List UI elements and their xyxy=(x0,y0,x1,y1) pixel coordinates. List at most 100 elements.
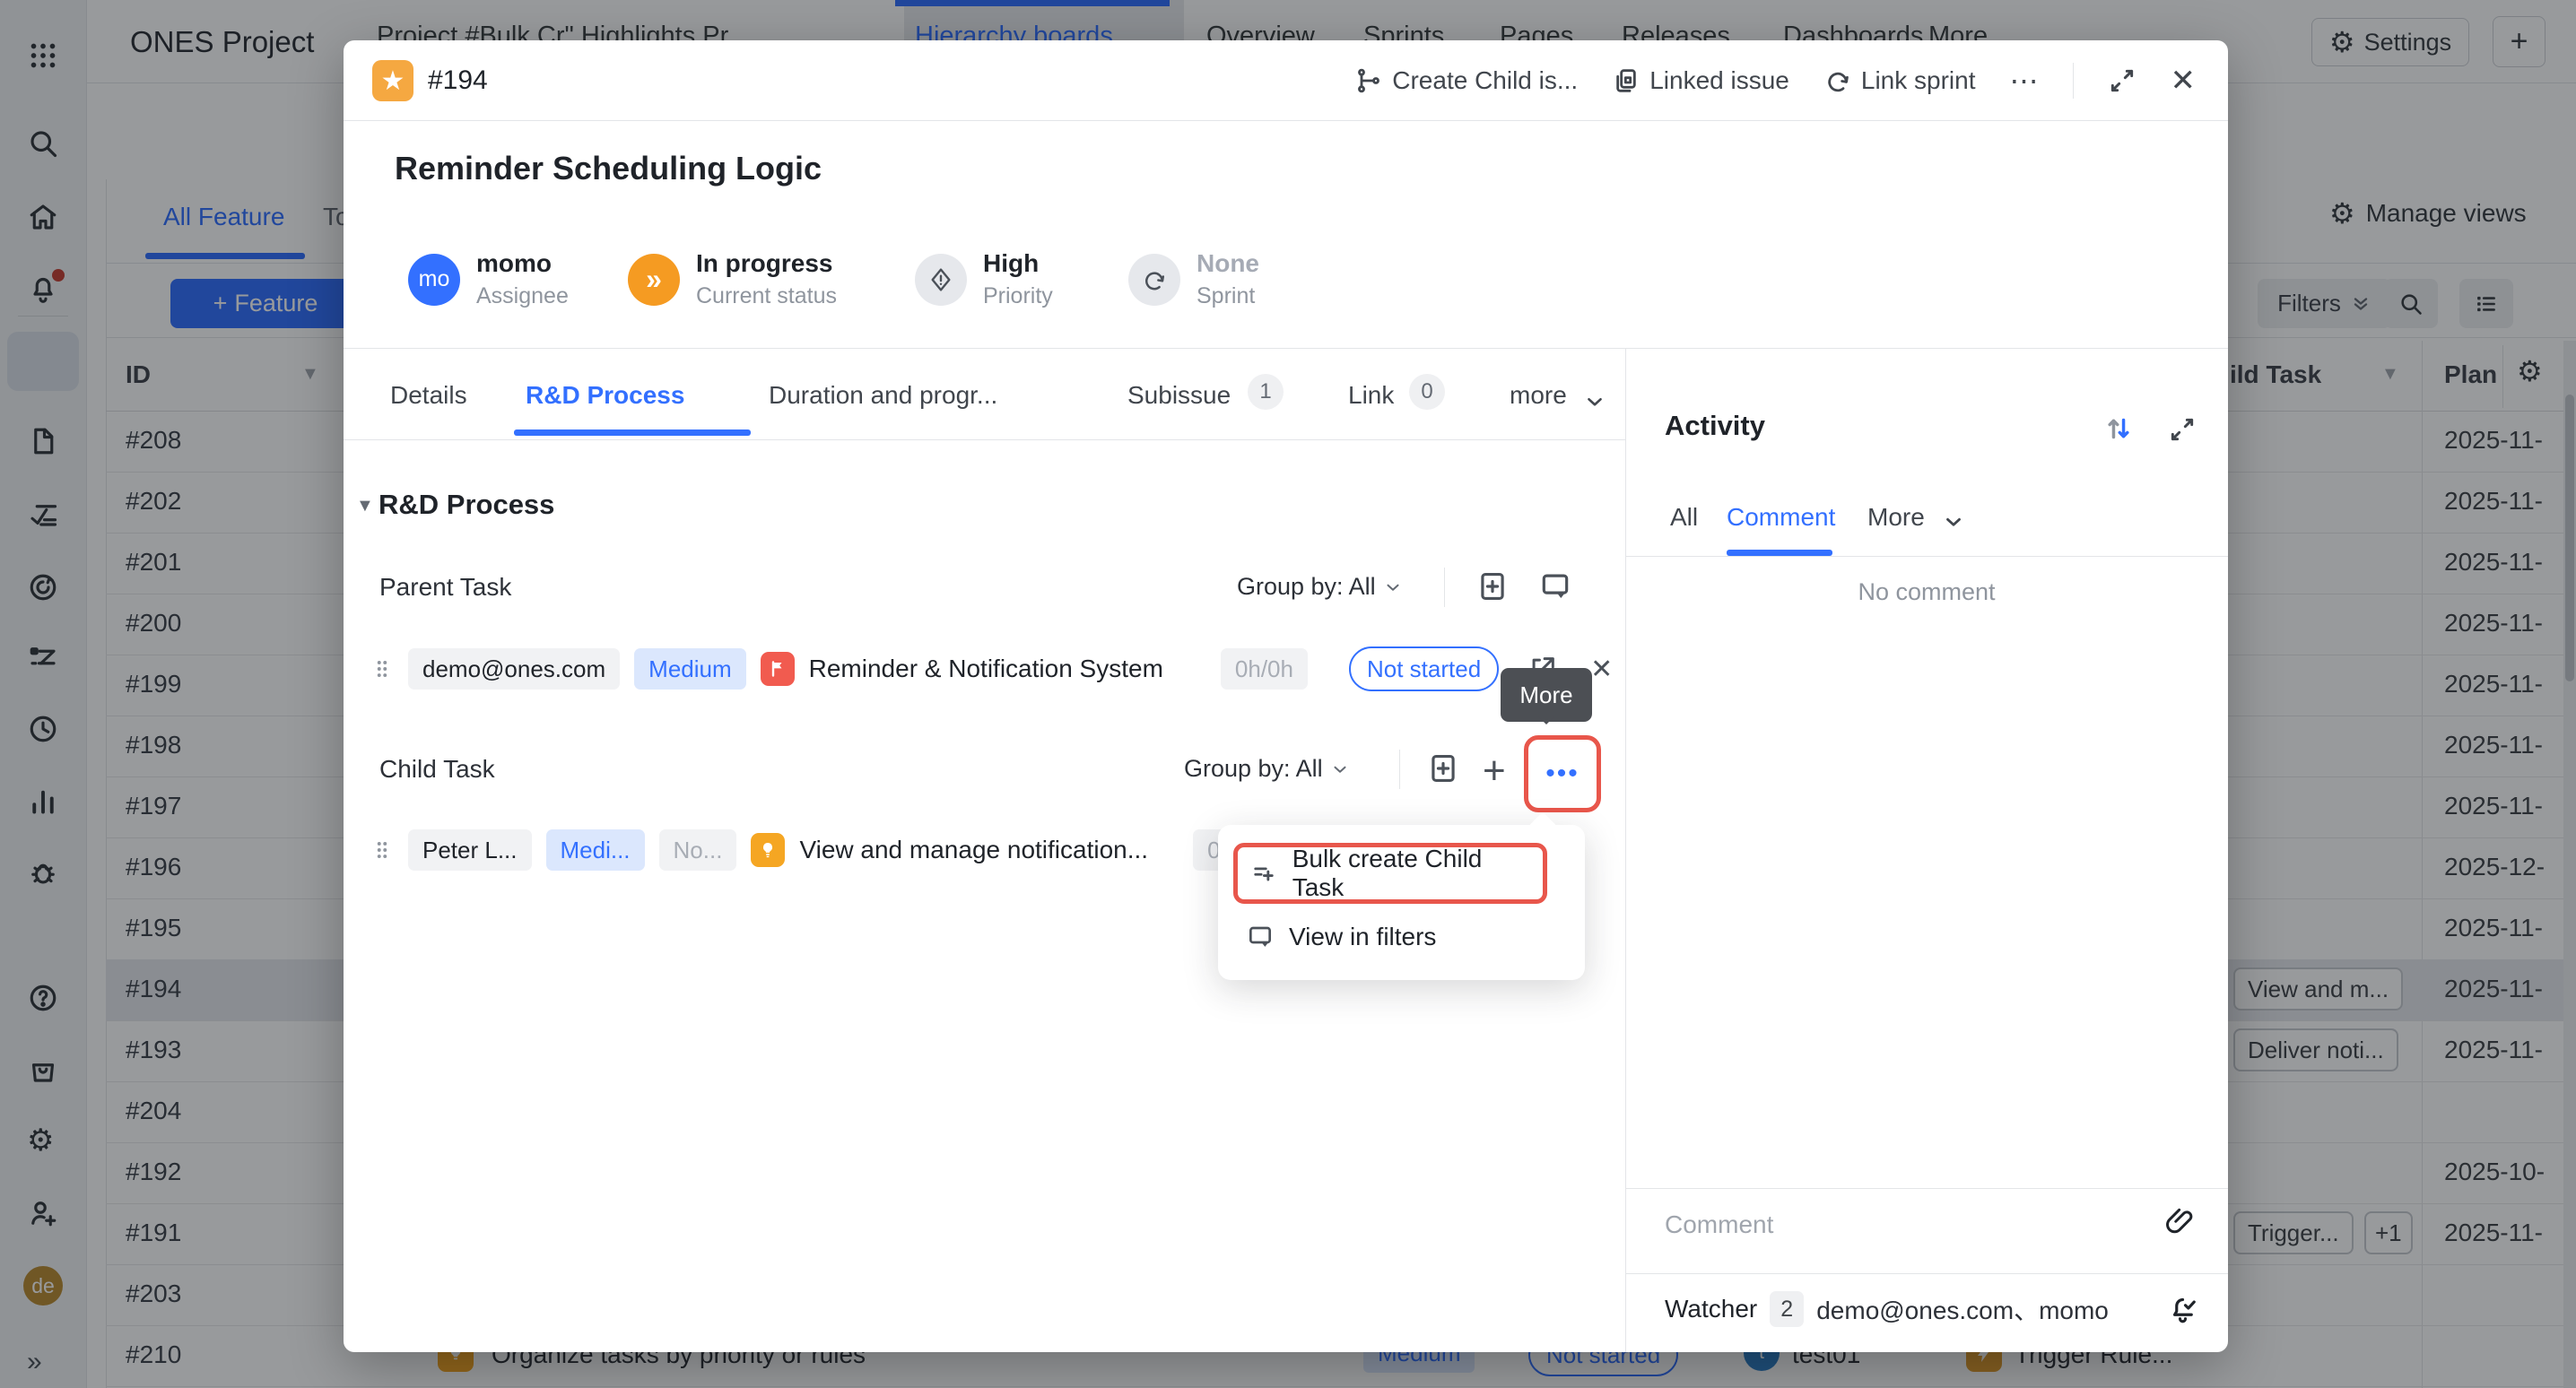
priority-diamond-icon xyxy=(915,253,967,306)
drag-handle-icon[interactable] xyxy=(370,657,394,681)
list-plus-icon xyxy=(1254,867,1274,881)
create-child-label: Create Child is... xyxy=(1392,65,1579,94)
linked-issue-icon xyxy=(1616,68,1636,92)
more-actions-button[interactable]: ⋯ xyxy=(2010,64,2039,98)
attribute-priority[interactable]: High Priority xyxy=(915,249,1053,309)
sprint-label: Sprint xyxy=(1197,283,1256,309)
activity-title: Activity xyxy=(1665,410,1765,441)
controls-divider xyxy=(1444,568,1445,607)
activity-tabs-divider xyxy=(1625,556,2228,557)
subissue-count-badge: 1 xyxy=(1248,374,1284,410)
activity-tab-comment[interactable]: Comment xyxy=(1727,503,1835,532)
groupby-label: Group by: All xyxy=(1184,755,1323,782)
add-child-task-button[interactable]: + xyxy=(1483,749,1506,794)
sort-icon[interactable] xyxy=(2102,412,2136,446)
priority-label: Priority xyxy=(983,283,1053,309)
bell-check-icon[interactable] xyxy=(2168,1294,2200,1326)
priority-pill[interactable]: Medi... xyxy=(545,829,645,871)
tab-rnd-process[interactable]: R&D Process xyxy=(526,381,684,410)
create-child-issue-button[interactable]: Create Child is... xyxy=(1354,66,1578,95)
header-action-divider xyxy=(2072,62,2074,99)
status-pill[interactable]: No... xyxy=(658,829,737,871)
issue-detail-modal: ★ #194 Create Child is... Linked issue L… xyxy=(344,40,2228,1352)
ellipsis-icon: ••• xyxy=(1545,759,1580,788)
expand-icon[interactable] xyxy=(2168,415,2197,444)
hours-pill: 0h/0h xyxy=(1220,648,1308,690)
activity-panel-divider xyxy=(1625,348,1626,1352)
attribute-sprint[interactable]: None Sprint xyxy=(1128,249,1259,309)
lightbulb-icon xyxy=(751,833,786,867)
tab-more[interactable]: more xyxy=(1510,381,1567,410)
activity-tab-more[interactable]: More xyxy=(1867,503,1925,532)
assignee-pill[interactable]: demo@ones.com xyxy=(408,648,621,690)
modal-tabs-divider xyxy=(344,439,1625,440)
board-add-icon[interactable] xyxy=(1475,569,1510,603)
watcher-label: Watcher xyxy=(1665,1295,1758,1323)
status-arrow-icon: » xyxy=(628,253,680,306)
linked-issue-label: Linked issue xyxy=(1649,65,1789,94)
assignee-label: Assignee xyxy=(476,283,569,309)
comment-box-divider xyxy=(1626,1188,2228,1189)
parent-task-label: Parent Task xyxy=(379,573,512,601)
controls-divider xyxy=(1399,750,1400,789)
watcher-count-badge: 2 xyxy=(1770,1291,1805,1327)
assignee-pill[interactable]: Peter L... xyxy=(408,829,532,871)
status-pill[interactable]: Not started xyxy=(1348,646,1500,691)
remove-parent-icon[interactable]: ✕ xyxy=(1590,654,1613,685)
avatar: mo xyxy=(408,253,460,306)
close-modal-button[interactable]: ✕ xyxy=(2171,63,2197,99)
linked-issue-button[interactable]: Linked issue xyxy=(1612,66,1789,95)
drag-handle-icon[interactable] xyxy=(370,838,394,862)
child-task-row[interactable]: Peter L... Medi... No... View and manage… xyxy=(370,823,1248,877)
board-filter-icon[interactable] xyxy=(1538,569,1572,603)
parent-task-row[interactable]: demo@ones.com Medium Reminder & Notifica… xyxy=(370,642,1613,696)
child-task-title[interactable]: View and manage notification... xyxy=(799,836,1148,864)
parent-groupby-dropdown[interactable]: Group by: All xyxy=(1237,573,1403,601)
board-add-icon[interactable] xyxy=(1426,751,1460,785)
paperclip-icon[interactable] xyxy=(2164,1206,2197,1238)
sprint-icon xyxy=(1128,253,1180,306)
active-tab-underline xyxy=(514,429,751,436)
chevron-down-icon[interactable] xyxy=(1583,390,1606,413)
sprint-icon xyxy=(1828,72,1849,91)
child-groupby-dropdown[interactable]: Group by: All xyxy=(1184,755,1350,783)
watcher-row[interactable]: Watcher 2 demo@ones.com、momo xyxy=(1665,1291,2109,1327)
attributes-divider xyxy=(344,348,2228,349)
link-count-badge: 0 xyxy=(1409,374,1445,410)
activity-tab-all[interactable]: All xyxy=(1670,503,1698,532)
tab-duration[interactable]: Duration and progr... xyxy=(769,381,997,410)
branch-icon xyxy=(1358,68,1380,92)
child-task-more-button[interactable]: ••• xyxy=(1524,735,1601,812)
board-filter-icon xyxy=(1249,926,1271,947)
attribute-status[interactable]: » In progress Current status xyxy=(628,249,837,309)
child-task-more-menu: Bulk create Child Task View in filters xyxy=(1218,825,1585,980)
collapse-caret-icon[interactable]: ▼ xyxy=(356,496,374,516)
parent-task-title[interactable]: Reminder & Notification System xyxy=(809,655,1163,683)
watcher-names: demo@ones.com、momo xyxy=(1816,1297,2109,1324)
issue-title[interactable]: Reminder Scheduling Logic xyxy=(395,150,822,187)
menu-item-bulk-create[interactable]: Bulk create Child Task xyxy=(1233,843,1547,904)
status-value: In progress xyxy=(696,249,833,277)
attribute-assignee[interactable]: mo momo Assignee xyxy=(408,249,569,309)
tab-link[interactable]: Link xyxy=(1348,381,1394,410)
priority-pill[interactable]: Medium xyxy=(634,648,746,690)
screen: ⚙ de» ONES Project Project #Bulk Cr" High… xyxy=(0,0,2576,1388)
comment-input[interactable]: Comment xyxy=(1665,1210,1773,1239)
menu-item-view-in-filters[interactable]: View in filters xyxy=(1233,911,1554,963)
tab-details[interactable]: Details xyxy=(390,381,467,410)
expand-icon xyxy=(2110,69,2133,91)
issue-star-icon[interactable]: ★ xyxy=(372,60,413,101)
activity-active-underline xyxy=(1727,550,1832,556)
chevron-down-icon[interactable] xyxy=(1942,510,1965,534)
link-sprint-label: Link sprint xyxy=(1860,65,1976,94)
sprint-value: None xyxy=(1197,249,1259,277)
tab-subissue[interactable]: Subissue xyxy=(1127,381,1231,410)
expand-modal-button[interactable] xyxy=(2108,66,2137,95)
status-label: Current status xyxy=(696,283,838,309)
chevron-down-icon xyxy=(1334,766,1346,773)
link-sprint-button[interactable]: Link sprint xyxy=(1823,66,1976,95)
issue-id: #194 xyxy=(428,65,488,95)
rnd-section-title: R&D Process xyxy=(379,489,555,520)
watcher-divider xyxy=(1626,1273,2228,1274)
no-comment-text: No comment xyxy=(1858,578,1996,605)
